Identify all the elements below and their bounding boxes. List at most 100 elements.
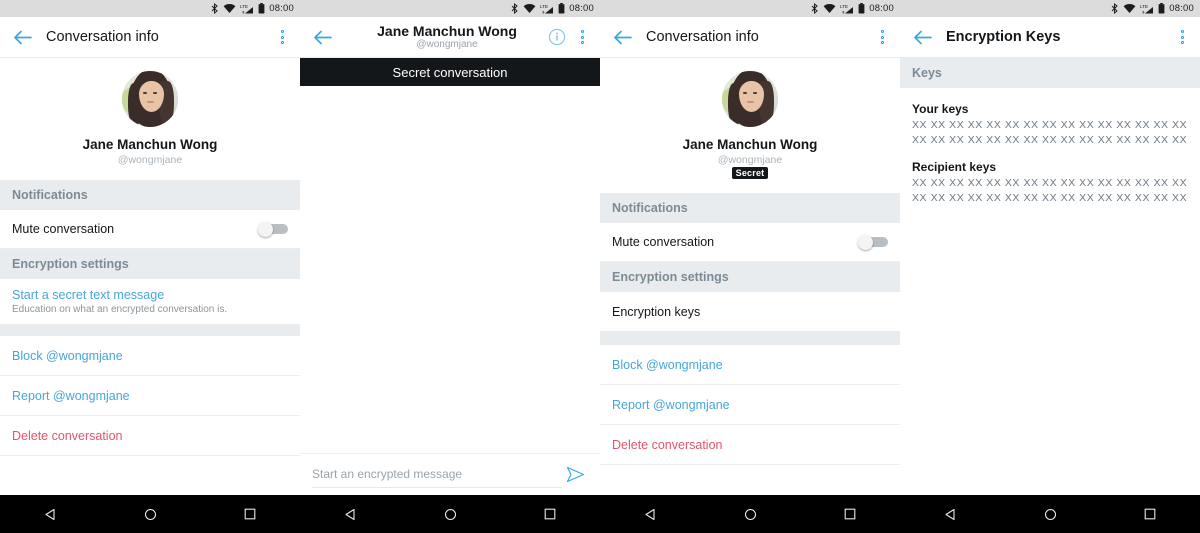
start-secret-title: Start a secret text message — [12, 288, 165, 302]
app-bar: Conversation info — [600, 17, 900, 58]
nav-recents-button[interactable] — [229, 495, 271, 533]
back-button[interactable] — [608, 23, 636, 51]
profile-header: Jane Manchun Wong @wongmjane Secret — [600, 58, 900, 193]
home-circle-icon — [444, 508, 456, 520]
nav-back-button[interactable] — [29, 495, 71, 533]
nav-home-button[interactable] — [729, 495, 771, 533]
android-nav-bar — [0, 495, 300, 533]
arrow-left-icon — [313, 30, 332, 44]
report-user-label: Report @wongmjane — [612, 397, 730, 412]
row-report-user[interactable]: Report @wongmjane — [0, 376, 300, 416]
lte-signal-icon: LTE — [540, 4, 554, 14]
block-user-label: Block @wongmjane — [12, 348, 123, 363]
nav-recents-button[interactable] — [829, 495, 871, 533]
profile-name: Jane Manchun Wong — [682, 137, 818, 152]
row-delete-conversation[interactable]: Delete conversation — [600, 425, 900, 465]
app-bar: Jane Manchun Wong @wongmjane — [300, 17, 600, 58]
android-nav-bar — [600, 495, 900, 533]
back-button[interactable] — [908, 23, 936, 51]
wifi-icon — [523, 3, 536, 14]
overflow-menu-icon[interactable] — [274, 26, 290, 48]
conversation-title-block[interactable]: Jane Manchun Wong @wongmjane — [346, 24, 548, 50]
row-block-user[interactable]: Block @wongmjane — [0, 336, 300, 376]
mute-conversation-toggle[interactable] — [258, 222, 288, 237]
row-mute-conversation[interactable]: Mute conversation — [0, 210, 300, 249]
nav-home-button[interactable] — [429, 495, 471, 533]
page-title: Conversation info — [646, 29, 759, 45]
message-input[interactable]: Start an encrypted message — [312, 461, 562, 488]
back-button[interactable] — [308, 23, 336, 51]
battery-icon — [558, 3, 565, 14]
nav-recents-button[interactable] — [1129, 495, 1171, 533]
row-block-user[interactable]: Block @wongmjane — [600, 345, 900, 385]
start-secret-subtitle: Education on what an encrypted conversat… — [12, 304, 228, 315]
back-triangle-icon — [44, 508, 55, 520]
row-delete-conversation[interactable]: Delete conversation — [0, 416, 300, 456]
svg-text:LTE: LTE — [540, 4, 548, 9]
back-triangle-icon — [344, 508, 355, 520]
panel-encryption-keys: LTE 08:00 Encryption Keys Keys Your keys… — [900, 0, 1200, 533]
bluetooth-icon — [511, 3, 518, 14]
nav-home-button[interactable] — [1029, 495, 1071, 533]
back-triangle-icon — [944, 508, 955, 520]
back-button[interactable] — [8, 23, 36, 51]
overflow-menu-icon[interactable] — [874, 26, 890, 48]
secret-conversation-banner: Secret conversation — [300, 58, 600, 86]
overflow-menu-icon[interactable] — [574, 26, 590, 48]
recipient-keys-label: Recipient keys — [912, 160, 997, 174]
battery-icon — [1158, 3, 1165, 14]
section-header-keys: Keys — [900, 58, 1200, 88]
keys-content: Your keys XX XX XX XX XX XX XX XX XX XX … — [900, 88, 1200, 495]
report-user-label: Report @wongmjane — [12, 388, 130, 403]
avatar — [722, 71, 778, 127]
row-mute-conversation[interactable]: Mute conversation — [600, 223, 900, 262]
section-divider-band — [0, 325, 300, 336]
nav-back-button[interactable] — [329, 495, 371, 533]
svg-text:LTE: LTE — [840, 4, 848, 9]
panel-secret-conversation-info: LTE 08:00 Conversation info Jane Manchun… — [600, 0, 900, 533]
arrow-left-icon — [613, 30, 632, 44]
encryption-keys-label: Encryption keys — [612, 304, 701, 319]
app-bar: Encryption Keys — [900, 17, 1200, 58]
nav-back-button[interactable] — [629, 495, 671, 533]
lte-signal-icon: LTE — [1140, 4, 1154, 14]
section-header-encryption: Encryption settings — [0, 249, 300, 279]
info-circle-icon[interactable] — [548, 28, 566, 46]
row-start-secret-text-message[interactable]: Start a secret text message Education on… — [0, 279, 300, 325]
svg-text:LTE: LTE — [1140, 4, 1148, 9]
profile-handle: @wongmjane — [117, 154, 183, 166]
panel-conversation-info: LTE 08:00 Conversation info Jane Manchun… — [0, 0, 300, 533]
home-circle-icon — [1044, 508, 1056, 520]
section-header-notifications: Notifications — [0, 180, 300, 210]
row-report-user[interactable]: Report @wongmjane — [600, 385, 900, 425]
send-button[interactable] — [562, 466, 588, 483]
recipient-keys-group: Recipient keys XX XX XX XX XX XX XX XX X… — [912, 160, 1188, 204]
recents-square-icon — [544, 508, 556, 520]
nav-back-button[interactable] — [929, 495, 971, 533]
overflow-menu-icon[interactable] — [1174, 26, 1190, 48]
nav-home-button[interactable] — [129, 495, 171, 533]
wifi-icon — [223, 3, 236, 14]
mute-conversation-label: Mute conversation — [612, 235, 715, 249]
avatar — [122, 71, 178, 127]
content-spacer — [600, 465, 900, 495]
conversation-message-area — [300, 86, 600, 453]
delete-conversation-label: Delete conversation — [12, 428, 123, 443]
delete-conversation-label: Delete conversation — [612, 437, 723, 452]
bluetooth-icon — [811, 3, 818, 14]
conversation-subtitle: @wongmjane — [416, 38, 478, 50]
message-composer: Start an encrypted message — [300, 453, 600, 495]
status-bar-clock: 08:00 — [1169, 3, 1194, 14]
nav-recents-button[interactable] — [529, 495, 571, 533]
status-bar: LTE 08:00 — [0, 0, 300, 17]
mute-conversation-toggle[interactable] — [858, 235, 888, 250]
mute-conversation-label: Mute conversation — [12, 222, 115, 236]
page-title: Conversation info — [46, 29, 159, 45]
battery-icon — [258, 3, 265, 14]
profile-handle: @wongmjane — [717, 154, 783, 166]
recents-square-icon — [244, 508, 256, 520]
bluetooth-icon — [1111, 3, 1118, 14]
wifi-icon — [823, 3, 836, 14]
status-bar: LTE 08:00 — [300, 0, 600, 17]
row-encryption-keys[interactable]: Encryption keys — [600, 292, 900, 331]
